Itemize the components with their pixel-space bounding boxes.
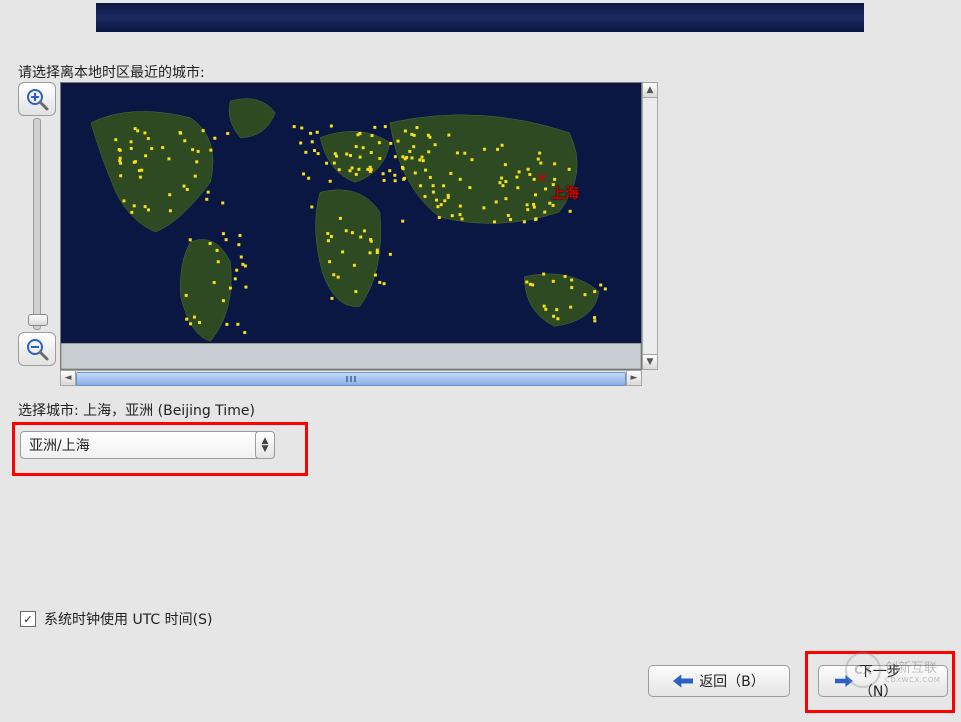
zoom-in-icon xyxy=(25,87,49,111)
back-button-label: 返回（B） xyxy=(699,671,765,691)
header-banner xyxy=(96,3,864,32)
selected-city-marker-icon: ✕ xyxy=(536,171,548,187)
next-button[interactable]: 下一步（N） xyxy=(818,665,948,697)
utc-checkbox[interactable]: ✓ xyxy=(20,611,36,627)
horizontal-scroll-thumb[interactable] xyxy=(76,372,626,386)
utc-checkbox-label: 系统时钟使用 UTC 时间(S) xyxy=(44,609,212,629)
timezone-combobox-value: 亚洲/上海 xyxy=(29,435,90,455)
map-vertical-scrollbar[interactable]: ▲ ▼ xyxy=(642,82,658,370)
timezone-combobox-spinner[interactable]: ▲ ▼ xyxy=(255,431,275,459)
zoom-in-button[interactable] xyxy=(18,82,56,116)
back-button[interactable]: 返回（B） xyxy=(648,665,790,697)
selected-city-prefix: 选择城市: xyxy=(18,403,83,419)
zoom-slider-track[interactable] xyxy=(33,118,41,330)
chevron-down-icon: ▼ xyxy=(262,445,269,453)
selected-city-label: 选择城市: 上海，亚洲 (Beijing Time) xyxy=(18,400,255,420)
selected-city-value: 上海，亚洲 (Beijing Time) xyxy=(83,403,255,419)
arrow-right-icon xyxy=(835,674,853,688)
arrow-left-icon xyxy=(673,674,693,688)
zoom-out-icon xyxy=(25,337,49,361)
zoom-slider-thumb[interactable] xyxy=(28,314,48,326)
selected-city-marker-label: 上海 xyxy=(551,183,579,203)
scroll-down-arrow-icon[interactable]: ▼ xyxy=(643,354,657,369)
next-button-label: 下一步（N） xyxy=(859,661,931,701)
scroll-left-arrow-icon[interactable]: ◄ xyxy=(61,371,76,385)
timezone-map[interactable]: ✕ 上海 xyxy=(60,82,642,370)
timezone-combobox[interactable]: 亚洲/上海 xyxy=(20,431,274,459)
prompt-label: 请选择离本地时区最近的城市: xyxy=(18,62,205,82)
zoom-controls xyxy=(18,82,56,366)
scroll-right-arrow-icon[interactable]: ► xyxy=(626,371,641,385)
map-horizontal-scrollbar[interactable]: ◄ ► xyxy=(60,370,642,386)
scroll-up-arrow-icon[interactable]: ▲ xyxy=(643,83,657,98)
zoom-out-button[interactable] xyxy=(18,332,56,366)
utc-checkbox-row: ✓ 系统时钟使用 UTC 时间(S) xyxy=(20,609,212,629)
